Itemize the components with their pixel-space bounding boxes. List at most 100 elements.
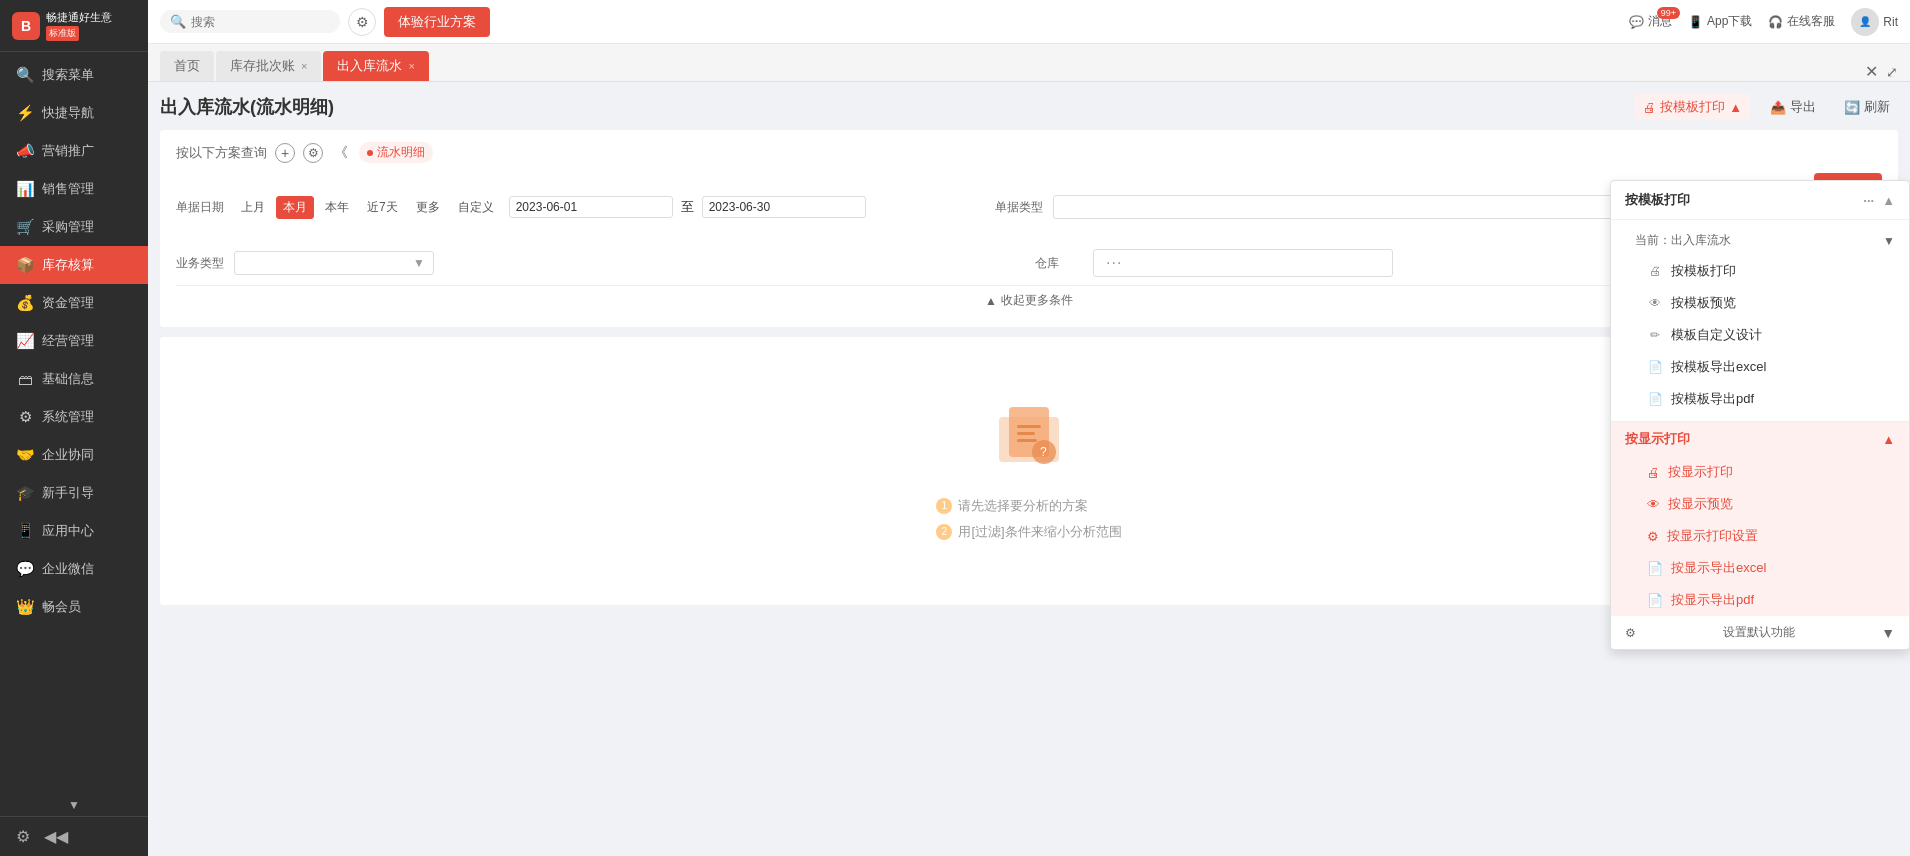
message-action[interactable]: 💬 消息 99+ [1629,13,1672,30]
sidebar-item-apps[interactable]: 📱应用中心 [0,512,148,550]
sidebar-item-search[interactable]: 🔍搜索菜单 [0,56,148,94]
date-option-3[interactable]: 近7天 [360,196,405,219]
search-nav-icon: 🔍 [16,66,34,84]
display-item-3[interactable]: 📄按显示导出excel [1611,552,1909,584]
topbar-settings-icon[interactable]: ⚙ [348,8,376,36]
dropdown-header-actions: ··· ▲ [1863,193,1895,208]
dropdown-chevron-up-icon[interactable]: ▲ [1882,193,1895,208]
collapse-sidebar-icon[interactable]: ◀◀ [44,827,68,846]
tab-home[interactable]: 首页 [160,51,214,81]
collab-nav-icon: 🤝 [16,446,34,464]
dropdown-active-header[interactable]: 按显示打印 ▲ [1611,422,1909,456]
app-download-action[interactable]: 📱 App下载 [1688,13,1752,30]
filter-tag-dot [367,150,373,156]
user-avatar-action[interactable]: 👤 Rit [1851,8,1898,36]
sidebar-item-finance[interactable]: 💰资金管理 [0,284,148,322]
tab-close-batch[interactable]: × [301,60,307,72]
printer-icon: 🖨 [1643,100,1656,115]
sidebar-item-sales[interactable]: 📊销售管理 [0,170,148,208]
display-item-label-3: 按显示导出excel [1671,559,1766,577]
template-item-icon-1: 👁 [1647,295,1663,311]
topbar: 🔍 ⚙ 体验行业方案 💬 消息 99+ 📱 App下载 🎧 在线客服 👤 [148,0,1910,44]
sidebar-item-inventory[interactable]: 📦库存核算 [0,246,148,284]
refresh-action[interactable]: 🔄 刷新 [1836,94,1898,120]
date-option-4[interactable]: 更多 [409,196,447,219]
tip-item-2: 2 用[过滤]条件来缩小分析范围 [936,519,1121,545]
chevron-up-icon-2: ▲ [985,294,997,308]
export-action[interactable]: 📤 导出 [1762,94,1824,120]
date-option-1[interactable]: 本月 [276,196,314,219]
expand-icon[interactable]: ⤢ [1886,64,1898,80]
dropdown-more-icon[interactable]: ··· [1863,193,1874,208]
filter-add-button[interactable]: + [275,143,295,163]
sidebar-item-member[interactable]: 👑畅会员 [0,588,148,626]
online-service-action[interactable]: 🎧 在线客服 [1768,13,1835,30]
filter-settings-button[interactable]: ⚙ [303,143,323,163]
date-to-input[interactable] [702,196,866,218]
tip-num-2: 2 [936,524,952,540]
main-area: 🔍 ⚙ 体验行业方案 💬 消息 99+ 📱 App下载 🎧 在线客服 👤 [148,0,1910,856]
logo-icon: B [12,12,40,40]
template-item-label-1: 按模板预览 [1671,294,1736,312]
dropdown-footer-arrow: ▼ [1881,625,1895,641]
tab-label-batch: 库存批次账 [230,57,295,75]
filter-label: 按以下方案查询 [176,144,267,162]
sales-nav-icon: 📊 [16,180,34,198]
sidebar-scroll-btn[interactable]: ▼ [0,794,148,816]
sidebar-item-operations[interactable]: 📈经营管理 [0,322,148,360]
date-option-2[interactable]: 本年 [318,196,356,219]
template-item-4[interactable]: 📄按模板导出pdf [1611,383,1909,415]
business-type-field: 业务类型 ▼ [176,251,1023,275]
display-item-1[interactable]: 👁按显示预览 [1611,488,1909,520]
sidebar-item-purchase[interactable]: 🛒采购管理 [0,208,148,246]
warehouse-select[interactable]: ··· [1093,249,1393,277]
logo-text-block: 畅捷通好生意 标准版 [46,10,112,41]
tab-flow[interactable]: 出入库流水× [323,51,428,81]
user-name: Rit [1883,15,1898,29]
trial-button[interactable]: 体验行业方案 [384,7,490,37]
sidebar-item-collab[interactable]: 🤝企业协同 [0,436,148,474]
sidebar-item-basic[interactable]: 🗃基础信息 [0,360,148,398]
business-type-select[interactable]: ▼ [234,251,434,275]
operations-nav-icon: 📈 [16,332,34,350]
template-item-1[interactable]: 👁 按模板预览 [1611,287,1909,319]
date-option-0[interactable]: 上月 [234,196,272,219]
basic-nav-icon: 🗃 [16,370,34,388]
date-from-input[interactable] [509,196,673,218]
date-option-5[interactable]: 自定义 [451,196,501,219]
dropdown-current-arrow[interactable]: ▼ [1883,234,1895,248]
search-input[interactable] [191,15,311,29]
content-area: 出入库流水(流水明细) 🖨 按模板打印 ▲ 📤 导出 🔄 刷新 [148,82,1910,856]
tab-close-flow[interactable]: × [408,60,414,72]
sidebar-item-system[interactable]: ⚙系统管理 [0,398,148,436]
sidebar-item-weixin[interactable]: 💬企业微信 [0,550,148,588]
scroll-down-icon[interactable]: ▼ [68,798,80,812]
page-header: 出入库流水(流水明细) 🖨 按模板打印 ▲ 📤 导出 🔄 刷新 [160,94,1898,120]
sidebar-item-guide[interactable]: 🎓新手引导 [0,474,148,512]
logo-badge: 标准版 [46,26,79,41]
template-item-0[interactable]: 🖨按模板打印 [1611,255,1909,287]
tab-batch[interactable]: 库存批次账 × [216,51,321,81]
display-item-0[interactable]: 🖨按显示打印 [1611,456,1909,488]
display-item-2[interactable]: ⚙按显示打印设置 [1611,520,1909,552]
dropdown-footer[interactable]: ⚙ 设置默认功能 ▼ [1611,616,1909,649]
system-nav-icon: ⚙ [16,408,34,426]
template-item-label-4: 按模板导出pdf [1671,390,1754,408]
sidebar-item-marketing[interactable]: 📣营销推广 [0,132,148,170]
guide-nav-icon: 🎓 [16,484,34,502]
display-item-icon-0: 🖨 [1647,465,1660,480]
template-item-3[interactable]: 📄按模板导出excel [1611,351,1909,383]
close-window-icon[interactable]: ✕ [1865,62,1878,81]
warehouse-label: 仓库 [1035,255,1085,272]
filter-collapse-button[interactable]: 《 [331,143,351,163]
settings-bottom-icon[interactable]: ⚙ [16,827,30,846]
print-template-action[interactable]: 🖨 按模板打印 ▲ [1635,94,1750,120]
sidebar-item-shortcut[interactable]: ⚡快捷导航 [0,94,148,132]
display-item-4[interactable]: 📄按显示导出pdf [1611,584,1909,616]
more-dots-icon[interactable]: ··· [1106,254,1122,272]
sidebar-item-label-member: 畅会员 [42,598,81,616]
topbar-search-container[interactable]: 🔍 [160,10,340,33]
template-item-2[interactable]: ✏模板自定义设计 [1611,319,1909,351]
filter-tag[interactable]: 流水明细 [359,142,433,163]
online-service-label: 在线客服 [1787,13,1835,30]
